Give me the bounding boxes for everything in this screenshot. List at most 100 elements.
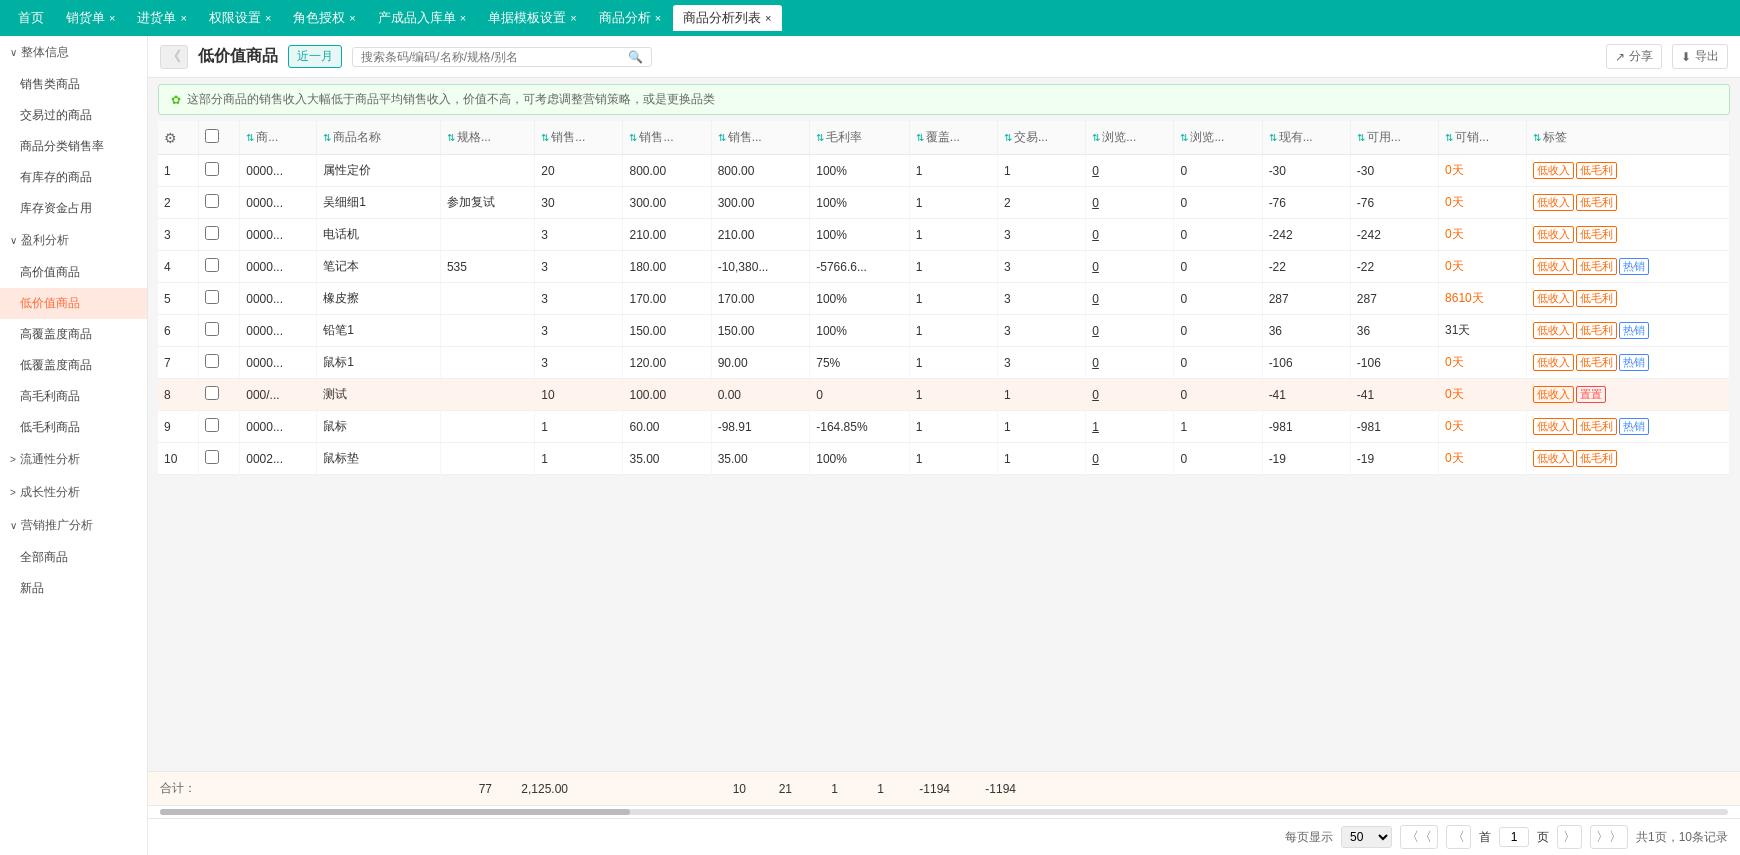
browse1[interactable]: 0	[1086, 347, 1174, 379]
time-filter-button[interactable]: 近一月	[288, 45, 342, 68]
sidebar-group-liquidity[interactable]: > 流通性分析	[0, 443, 147, 476]
browse1[interactable]: 0	[1086, 187, 1174, 219]
browse1[interactable]: 0	[1086, 251, 1174, 283]
sidebar-group-profit[interactable]: ∨ 盈利分析	[0, 224, 147, 257]
settings-icon[interactable]: ⚙	[164, 130, 177, 146]
row-checkbox[interactable]	[198, 347, 240, 379]
row-checkbox[interactable]	[198, 219, 240, 251]
share-button[interactable]: ↗ 分享	[1606, 44, 1662, 69]
nav-purchase[interactable]: 进货单×	[127, 5, 196, 31]
sidebar-group-overall[interactable]: ∨ 整体信息	[0, 36, 147, 69]
row-select-checkbox[interactable]	[205, 194, 219, 208]
search-icon[interactable]: 🔍	[628, 50, 643, 64]
stock2-column-header[interactable]: ⇅可用...	[1350, 121, 1438, 155]
browse-link[interactable]: 0	[1092, 292, 1099, 306]
row-checkbox[interactable]	[198, 251, 240, 283]
browse1[interactable]: 0	[1086, 283, 1174, 315]
sidebar-item-sales-products[interactable]: 销售类商品	[0, 69, 147, 100]
transaction-column-header[interactable]: ⇅交易...	[998, 121, 1086, 155]
stock3-column-header[interactable]: ⇅可销...	[1439, 121, 1527, 155]
browse1[interactable]: 0	[1086, 379, 1174, 411]
sidebar-group-marketing[interactable]: ∨ 营销推广分析	[0, 509, 147, 542]
sidebar-item-high-coverage[interactable]: 高覆盖度商品	[0, 319, 147, 350]
code-column-header[interactable]: ⇅商...	[240, 121, 317, 155]
browse-link[interactable]: 1	[1092, 420, 1099, 434]
browse1[interactable]: 0	[1086, 315, 1174, 347]
browse1[interactable]: 1	[1086, 411, 1174, 443]
row-checkbox[interactable]	[198, 283, 240, 315]
sales-qty-column-header[interactable]: ⇅销售...	[535, 121, 623, 155]
sidebar-item-high-margin[interactable]: 高毛利商品	[0, 381, 147, 412]
sidebar-item-all-products[interactable]: 全部商品	[0, 542, 147, 573]
close-icon[interactable]: ×	[570, 12, 576, 24]
next-page-button[interactable]: 〉	[1557, 825, 1582, 849]
sidebar-item-category-rate[interactable]: 商品分类销售率	[0, 131, 147, 162]
first-page-button[interactable]: 〈〈	[1400, 825, 1438, 849]
row-select-checkbox[interactable]	[205, 258, 219, 272]
row-checkbox[interactable]	[198, 379, 240, 411]
browse1[interactable]: 0	[1086, 155, 1174, 187]
sidebar-item-low-margin[interactable]: 低毛利商品	[0, 412, 147, 443]
select-all-checkbox[interactable]	[205, 129, 219, 143]
collapse-sidebar-button[interactable]: 《	[160, 45, 188, 69]
nav-permission[interactable]: 权限设置×	[199, 5, 281, 31]
page-input[interactable]: 1	[1499, 827, 1529, 847]
row-checkbox[interactable]	[198, 315, 240, 347]
sidebar-item-stocked-products[interactable]: 有库存的商品	[0, 162, 147, 193]
table-container[interactable]: ⚙ ⇅商... ⇅商品名称 ⇅规格... ⇅销售... ⇅销售... ⇅销售..…	[148, 121, 1740, 771]
row-select-checkbox[interactable]	[205, 226, 219, 240]
sidebar-item-low-coverage[interactable]: 低覆盖度商品	[0, 350, 147, 381]
browse-link[interactable]: 0	[1092, 356, 1099, 370]
browse-link[interactable]: 0	[1092, 260, 1099, 274]
close-icon[interactable]: ×	[109, 12, 115, 24]
sidebar-group-growth[interactable]: > 成长性分析	[0, 476, 147, 509]
browse-link[interactable]: 0	[1092, 388, 1099, 402]
gross-rate-column-header[interactable]: ⇅毛利率	[810, 121, 910, 155]
sidebar-item-traded-products[interactable]: 交易过的商品	[0, 100, 147, 131]
close-icon[interactable]: ×	[765, 12, 771, 24]
nav-product-entry[interactable]: 产成品入库单×	[368, 5, 476, 31]
close-icon[interactable]: ×	[265, 12, 271, 24]
close-icon[interactable]: ×	[349, 12, 355, 24]
sidebar-item-high-value[interactable]: 高价值商品	[0, 257, 147, 288]
row-select-checkbox[interactable]	[205, 450, 219, 464]
export-button[interactable]: ⬇ 导出	[1672, 44, 1728, 69]
checkbox-column-header[interactable]	[198, 121, 240, 155]
sidebar-item-low-value[interactable]: 低价值商品	[0, 288, 147, 319]
sidebar-item-capital-usage[interactable]: 库存资金占用	[0, 193, 147, 224]
spec-column-header[interactable]: ⇅规格...	[440, 121, 534, 155]
nav-product-analysis[interactable]: 商品分析×	[589, 5, 671, 31]
row-select-checkbox[interactable]	[205, 354, 219, 368]
browse-link[interactable]: 0	[1092, 228, 1099, 242]
browse1[interactable]: 0	[1086, 219, 1174, 251]
last-page-button[interactable]: 〉〉	[1590, 825, 1628, 849]
row-checkbox[interactable]	[198, 443, 240, 475]
browse-link[interactable]: 0	[1092, 164, 1099, 178]
nav-home[interactable]: 首页	[8, 5, 54, 31]
close-icon[interactable]: ×	[655, 12, 661, 24]
browse1-column-header[interactable]: ⇅浏览...	[1086, 121, 1174, 155]
row-select-checkbox[interactable]	[205, 418, 219, 432]
row-checkbox[interactable]	[198, 187, 240, 219]
coverage-column-header[interactable]: ⇅覆盖...	[909, 121, 997, 155]
nav-product-analysis-list[interactable]: 商品分析列表×	[673, 5, 781, 31]
stock1-column-header[interactable]: ⇅现有...	[1262, 121, 1350, 155]
tag-column-header[interactable]: ⇅标签	[1527, 121, 1730, 155]
search-input[interactable]	[361, 50, 624, 64]
page-size-select[interactable]: 50 100 200	[1341, 826, 1392, 848]
settings-column-header[interactable]: ⚙	[158, 121, 198, 155]
close-icon[interactable]: ×	[460, 12, 466, 24]
browse1[interactable]: 0	[1086, 443, 1174, 475]
row-select-checkbox[interactable]	[205, 386, 219, 400]
row-checkbox[interactable]	[198, 411, 240, 443]
browse2-column-header[interactable]: ⇅浏览...	[1174, 121, 1262, 155]
close-icon[interactable]: ×	[180, 12, 186, 24]
row-select-checkbox[interactable]	[205, 162, 219, 176]
name-column-header[interactable]: ⇅商品名称	[317, 121, 441, 155]
row-select-checkbox[interactable]	[205, 322, 219, 336]
row-select-checkbox[interactable]	[205, 290, 219, 304]
sales-amount-column-header[interactable]: ⇅销售...	[623, 121, 711, 155]
row-checkbox[interactable]	[198, 155, 240, 187]
nav-sales[interactable]: 销货单×	[56, 5, 125, 31]
prev-page-button[interactable]: 〈	[1446, 825, 1471, 849]
